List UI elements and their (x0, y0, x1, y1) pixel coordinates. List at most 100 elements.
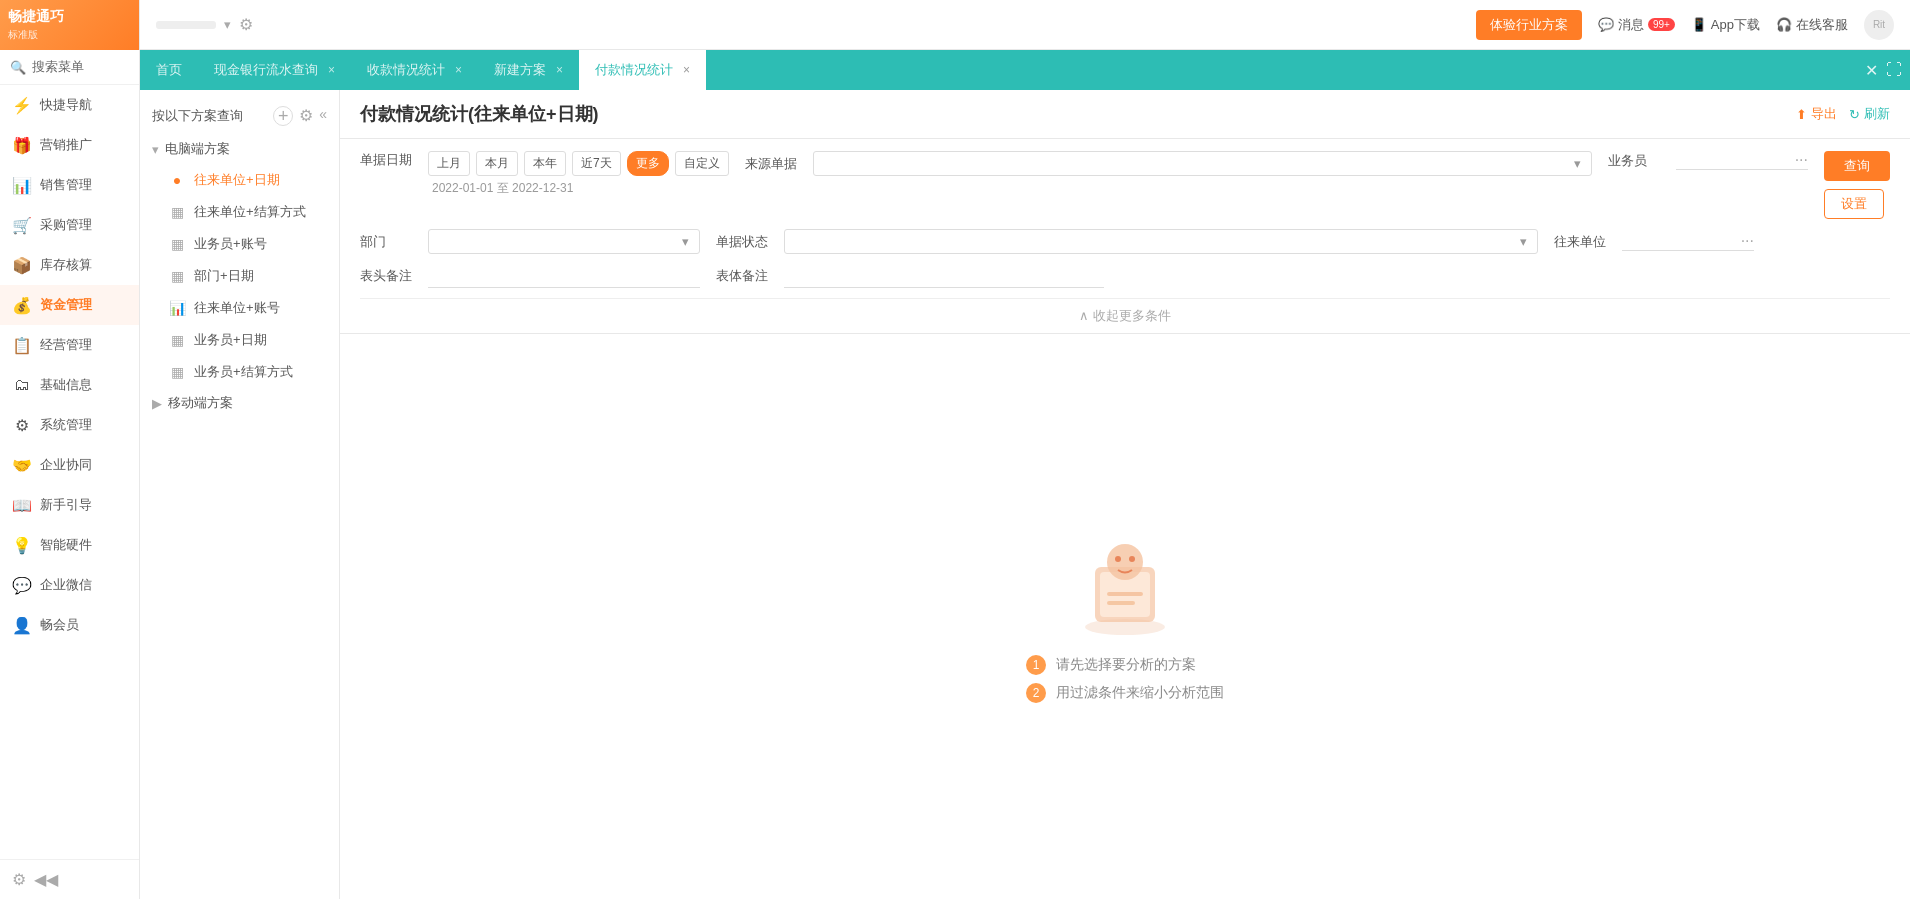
solution-item-staff-account[interactable]: ▦ 业务员+账号 (140, 228, 339, 260)
source-select[interactable]: ▾ (813, 151, 1592, 176)
sidebar-item-label: 企业微信 (40, 576, 92, 594)
header-settings-icon[interactable]: ⚙ (239, 15, 253, 34)
date-btn-last-month[interactable]: 上月 (428, 151, 470, 176)
export-btn[interactable]: ⬆ 导出 (1796, 105, 1837, 123)
message-icon: 💬 (1598, 17, 1614, 32)
sidebar-item-weixin[interactable]: 💬 企业微信 (0, 565, 139, 605)
tab-payments[interactable]: 付款情况统计 × (579, 50, 706, 90)
dropdown-icon[interactable]: ▾ (224, 17, 231, 32)
sidebar-item-member[interactable]: 👤 畅会员 (0, 605, 139, 645)
svg-point-5 (1129, 556, 1135, 562)
staff-dots-btn[interactable]: ··· (1795, 151, 1808, 169)
tab-payments-close[interactable]: × (683, 63, 690, 77)
settings-footer-icon[interactable]: ⚙ (12, 870, 26, 889)
sidebar-item-purchase[interactable]: 🛒 采购管理 (0, 205, 139, 245)
inventory-icon: 📦 (12, 255, 32, 275)
counter-dots-btn[interactable]: ··· (1741, 232, 1754, 250)
sidebar-item-inventory[interactable]: 📦 库存核算 (0, 245, 139, 285)
sidebar-item-label: 畅会员 (40, 616, 79, 634)
member-icon: 👤 (12, 615, 32, 635)
add-plan-icon[interactable]: + (273, 106, 293, 126)
sidebar-search[interactable]: 🔍 搜索菜单 (0, 50, 139, 85)
solution-item-counter-account[interactable]: 📊 往来单位+账号 (140, 292, 339, 324)
date-btn-more[interactable]: 更多 (627, 151, 669, 176)
solution-item-staff-date[interactable]: ▦ 业务员+日期 (140, 324, 339, 356)
header-company-area: ▾ ⚙ (156, 15, 1464, 34)
header-note-input[interactable] (428, 264, 700, 288)
sidebar-item-label: 企业协同 (40, 456, 92, 474)
solution-item-label: 往来单位+日期 (194, 171, 280, 189)
guide-icon: 📖 (12, 495, 32, 515)
tip1-num: 1 (1026, 655, 1046, 675)
chevron-down-icon: ▾ (152, 142, 159, 157)
tab-home[interactable]: 首页 (140, 50, 198, 90)
counter-filter-label: 往来单位 (1554, 233, 1614, 251)
date-btn-this-year[interactable]: 本年 (524, 151, 566, 176)
sidebar-item-hardware[interactable]: 💡 智能硬件 (0, 525, 139, 565)
plan-settings-icon[interactable]: ⚙ (299, 106, 313, 126)
refresh-label: 刷新 (1864, 105, 1890, 123)
sidebar-item-quicknav[interactable]: ⚡ 快捷导航 (0, 85, 139, 125)
collapse-bar[interactable]: ∧ 收起更多条件 (360, 298, 1890, 333)
tab-newplan-label: 新建方案 (494, 61, 546, 79)
try-industry-btn[interactable]: 体验行业方案 (1476, 10, 1582, 40)
sidebar: 畅捷通巧 标准版 🔍 搜索菜单 ⚡ 快捷导航 🎁 营销推广 📊 销售管理 🛒 采… (0, 0, 140, 899)
collapse-sidebar-icon[interactable]: ◀◀ (34, 870, 58, 889)
tab-newplan[interactable]: 新建方案 × (478, 50, 579, 90)
online-service-btn[interactable]: 🎧 在线客服 (1776, 16, 1848, 34)
mobile-group-toggle[interactable]: ▶ 移动端方案 (140, 388, 339, 418)
tab-fullscreen-icon[interactable]: ⛶ (1886, 61, 1902, 79)
tab-newplan-close[interactable]: × (556, 63, 563, 77)
messages-btn[interactable]: 💬 消息 99+ (1598, 16, 1675, 34)
sidebar-item-guide[interactable]: 📖 新手引导 (0, 485, 139, 525)
sidebar-header: 畅捷通巧 标准版 (0, 0, 139, 50)
query-btn[interactable]: 查询 (1824, 151, 1890, 181)
solution-item-counter-settle[interactable]: ▦ 往来单位+结算方式 (140, 196, 339, 228)
tab-receipts[interactable]: 收款情况统计 × (351, 50, 478, 90)
messages-badge: 99+ (1648, 18, 1675, 31)
finance-icon: 💰 (12, 295, 32, 315)
sidebar-item-label: 智能硬件 (40, 536, 92, 554)
sidebar-item-finance[interactable]: 💰 资金管理 (0, 285, 139, 325)
tab-cashflow-close[interactable]: × (328, 63, 335, 77)
date-filter-label: 单据日期 (360, 151, 420, 169)
body-note-input[interactable] (784, 264, 1104, 288)
tab-home-label: 首页 (156, 61, 182, 79)
panel-collapse-icon[interactable]: « (319, 106, 327, 126)
search-icon: 🔍 (10, 60, 26, 75)
settings-btn[interactable]: 设置 (1824, 189, 1884, 219)
tab-receipts-close[interactable]: × (455, 63, 462, 77)
tab-bar-end: ✕ ⛶ (1865, 61, 1910, 80)
dept-select[interactable]: ▾ (428, 229, 700, 254)
desktop-group-toggle[interactable]: ▾ 电脑端方案 (140, 134, 339, 164)
date-btn-this-month[interactable]: 本月 (476, 151, 518, 176)
sidebar-item-operations[interactable]: 📋 经营管理 (0, 325, 139, 365)
tab-bar: 首页 现金银行流水查询 × 收款情况统计 × 新建方案 × 付款情况统计 × ✕… (140, 50, 1910, 90)
sidebar-item-sales[interactable]: 📊 销售管理 (0, 165, 139, 205)
sidebar-item-marketing[interactable]: 🎁 营销推广 (0, 125, 139, 165)
user-avatar[interactable]: Rit (1864, 10, 1894, 40)
sidebar-item-enterprise[interactable]: 🤝 企业协同 (0, 445, 139, 485)
solution-item-counter-date[interactable]: ● 往来单位+日期 (140, 164, 339, 196)
solution-item-label: 业务员+结算方式 (194, 363, 293, 381)
sidebar-item-system[interactable]: ⚙ 系统管理 (0, 405, 139, 445)
solution-item-staff-settle[interactable]: ▦ 业务员+结算方式 (140, 356, 339, 388)
body-note-label: 表体备注 (716, 267, 776, 285)
hardware-icon: 💡 (12, 535, 32, 555)
app-download-btn[interactable]: 📱 App下载 (1691, 16, 1760, 34)
sidebar-item-label: 销售管理 (40, 176, 92, 194)
filter-area: 单据日期 上月 本月 本年 近7天 更多 自定义 2022-01-01 至 20… (340, 139, 1910, 334)
source-filter-label: 来源单据 (745, 155, 805, 173)
refresh-icon: ↻ (1849, 107, 1860, 122)
tab-close-all-icon[interactable]: ✕ (1865, 61, 1878, 80)
solution-item-dept-date[interactable]: ▦ 部门+日期 (140, 260, 339, 292)
sidebar-item-basic[interactable]: 🗂 基础信息 (0, 365, 139, 405)
tab-cashflow[interactable]: 现金银行流水查询 × (198, 50, 351, 90)
date-btn-last7[interactable]: 近7天 (572, 151, 621, 176)
date-btn-custom[interactable]: 自定义 (675, 151, 729, 176)
status-select[interactable]: ▾ (784, 229, 1538, 254)
header-note-label: 表头备注 (360, 267, 420, 285)
left-panel-header: 按以下方案查询 + ⚙ « (140, 100, 339, 134)
refresh-btn[interactable]: ↻ 刷新 (1849, 105, 1890, 123)
sidebar-item-label: 营销推广 (40, 136, 92, 154)
